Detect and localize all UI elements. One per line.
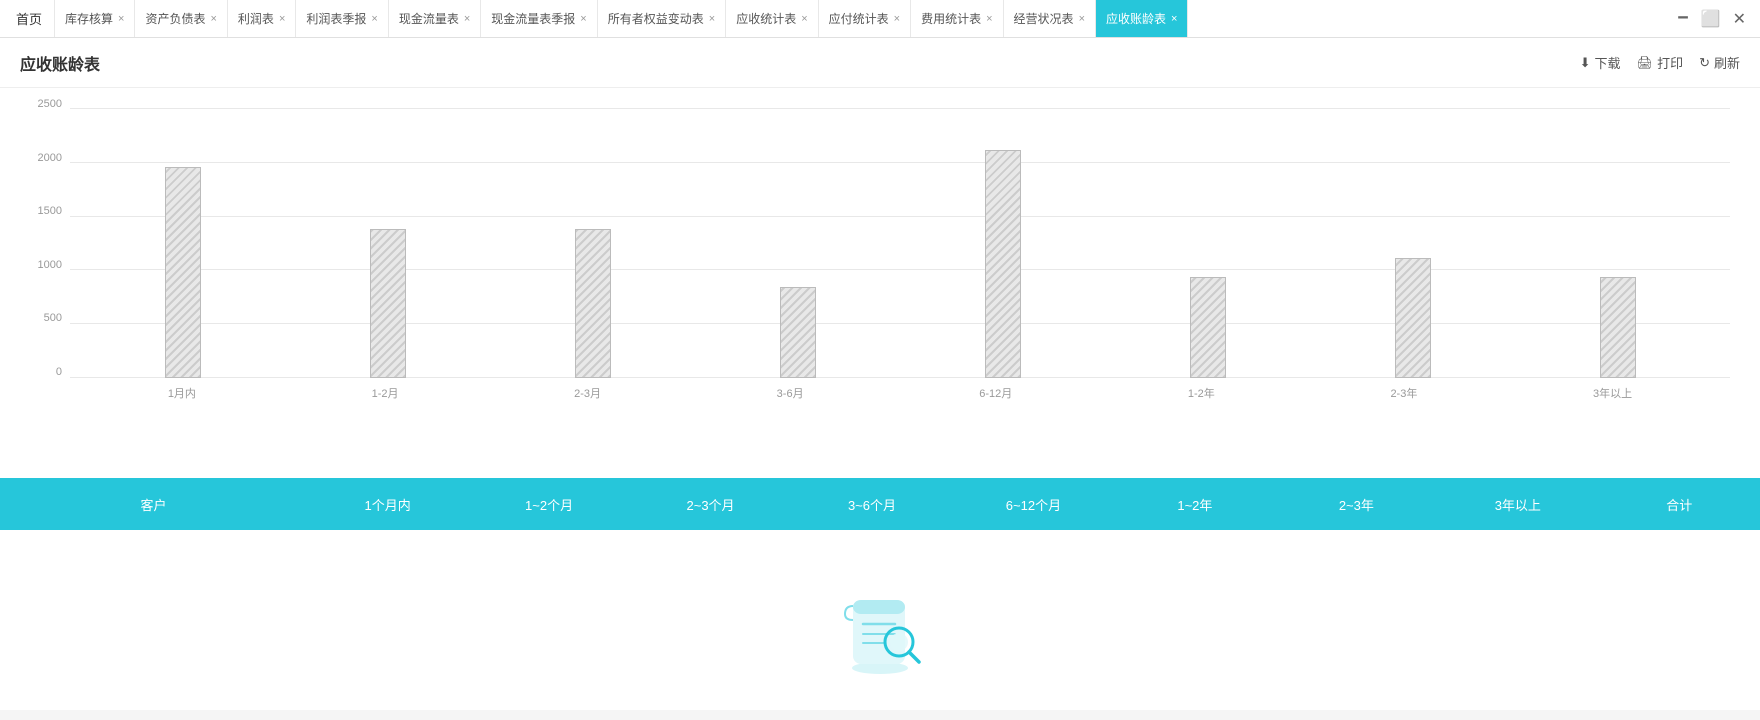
bar-2-3年	[1395, 258, 1431, 378]
x-label-6: 2-3年	[1390, 385, 1417, 401]
bar-6-12月	[985, 150, 1021, 378]
tab-close-cashflow[interactable]: ×	[464, 13, 470, 25]
tab-close-profit[interactable]: ×	[279, 13, 285, 25]
bar-1-2月	[370, 229, 406, 378]
y-label-500: 500	[44, 312, 62, 324]
download-button[interactable]: ⬇ 下载	[1580, 53, 1621, 72]
tab-bar: 首页 库存核算 × 资产负债表 × 利润表 × 利润表季报 × 现金流量表 × …	[0, 0, 1760, 38]
bar-rect-6	[1395, 258, 1431, 378]
bar-3-6月	[780, 287, 816, 378]
print-icon: 🖨	[1637, 55, 1654, 71]
tab-ap-stats[interactable]: 应付统计表 ×	[819, 0, 911, 38]
tab-close-cashflow-quarterly[interactable]: ×	[580, 13, 586, 25]
close-window-icon[interactable]: ✕	[1729, 7, 1750, 31]
x-label-5: 1-2年	[1188, 385, 1215, 401]
refresh-button[interactable]: ↻ 刷新	[1699, 53, 1740, 72]
th-3: 2~3个月	[630, 495, 791, 514]
th-4: 3~6个月	[791, 495, 952, 514]
tab-close-ar-aging[interactable]: ×	[1171, 13, 1177, 25]
tab-equity[interactable]: 所有者权益变动表 ×	[598, 0, 726, 38]
tab-ar-stats[interactable]: 应收统计表 ×	[726, 0, 818, 38]
tab-profit[interactable]: 利润表 ×	[228, 0, 296, 38]
y-axis: 2500 2000 1500 1000 500 0	[30, 98, 70, 378]
y-label-1000: 1000	[38, 259, 62, 271]
tab-close-expense-stats[interactable]: ×	[986, 13, 992, 25]
th-7: 2~3年	[1276, 495, 1437, 514]
x-label-1: 1-2月	[372, 385, 399, 401]
y-label-1500: 1500	[38, 205, 62, 217]
x-label-0: 1月内	[168, 385, 196, 401]
print-button[interactable]: 🖨 打印	[1637, 53, 1684, 72]
bar-rect-2	[575, 229, 611, 378]
header-actions: ⬇ 下载 🖨 打印 ↻ 刷新	[1580, 53, 1740, 72]
y-label-2000: 2000	[38, 152, 62, 164]
tab-operation[interactable]: 经营状况表 ×	[1004, 0, 1096, 38]
bar-rect-5	[1190, 277, 1226, 378]
empty-state-icon	[825, 580, 935, 680]
tab-balance[interactable]: 资产负债表 ×	[135, 0, 227, 38]
x-label-2: 2-3月	[574, 385, 601, 401]
bar-rect-4	[985, 150, 1021, 378]
chart-area: 2500 2000 1500 1000 500 0	[0, 88, 1760, 478]
empty-state	[825, 550, 935, 690]
th-5: 6~12个月	[953, 495, 1114, 514]
tab-inventory[interactable]: 库存核算 ×	[55, 0, 135, 38]
y-label-0: 0	[56, 366, 62, 378]
table-header: 客户1个月内1~2个月2~3个月3~6个月6~12个月1~2年2~3年3年以上合…	[0, 478, 1760, 530]
tab-close-operation[interactable]: ×	[1079, 13, 1085, 25]
tab-cashflow[interactable]: 现金流量表 ×	[389, 0, 481, 38]
maximize-icon[interactable]: ⬜	[1697, 7, 1725, 31]
bar-rect-3	[780, 287, 816, 378]
y-label-2500: 2500	[38, 98, 62, 110]
page-header: 应收账龄表 ⬇ 下载 🖨 打印 ↻ 刷新	[0, 38, 1760, 88]
tab-home[interactable]: 首页	[4, 0, 55, 38]
th-2: 1~2个月	[468, 495, 629, 514]
tab-close-inventory[interactable]: ×	[118, 13, 124, 25]
tab-ar-aging[interactable]: 应收账龄表 ×	[1096, 0, 1188, 38]
th-6: 1~2年	[1114, 495, 1275, 514]
bar-2-3月	[575, 229, 611, 378]
bar-rect-1	[370, 229, 406, 378]
th-1: 1个月内	[307, 495, 468, 514]
tab-close-balance[interactable]: ×	[210, 13, 216, 25]
th-8: 3年以上	[1437, 495, 1598, 514]
x-label-4: 6-12月	[979, 385, 1012, 401]
tab-cashflow-quarterly[interactable]: 现金流量表季报 ×	[481, 0, 597, 38]
refresh-icon: ↻	[1699, 55, 1710, 71]
tab-expense-stats[interactable]: 费用统计表 ×	[911, 0, 1003, 38]
download-icon: ⬇	[1580, 55, 1591, 71]
tab-bar-actions: 🗕 ⬜ ✕	[1673, 3, 1756, 34]
x-axis: 1月内 1-2月 2-3月 3-6月 6-12月 1-2年 2-3年 3年以上	[70, 378, 1730, 408]
bar-1-2年	[1190, 277, 1226, 378]
x-label-3: 3-6月	[777, 385, 804, 401]
th-9: 合计	[1599, 495, 1760, 514]
bar-1月内	[165, 167, 201, 378]
tab-close-ap-stats[interactable]: ×	[894, 13, 900, 25]
chart-plot: 1月内 1-2月 2-3月 3-6月 6-12月 1-2年 2-3年 3年以上	[70, 108, 1730, 408]
table-body	[0, 530, 1760, 710]
bar-3年以上	[1600, 277, 1636, 378]
x-label-7: 3年以上	[1593, 385, 1632, 401]
main-content: 2500 2000 1500 1000 500 0	[0, 88, 1760, 710]
th-0: 客户	[0, 495, 307, 514]
tab-close-ar-stats[interactable]: ×	[801, 13, 807, 25]
bar-rect-7	[1600, 277, 1636, 378]
tab-close-equity[interactable]: ×	[709, 13, 715, 25]
tab-profit-quarterly[interactable]: 利润表季报 ×	[296, 0, 388, 38]
minimize-icon[interactable]: 🗕	[1673, 3, 1692, 34]
page-title: 应收账龄表	[20, 51, 100, 75]
bars-row	[70, 108, 1730, 378]
tab-close-profit-quarterly[interactable]: ×	[371, 13, 377, 25]
bar-rect-0	[165, 167, 201, 378]
